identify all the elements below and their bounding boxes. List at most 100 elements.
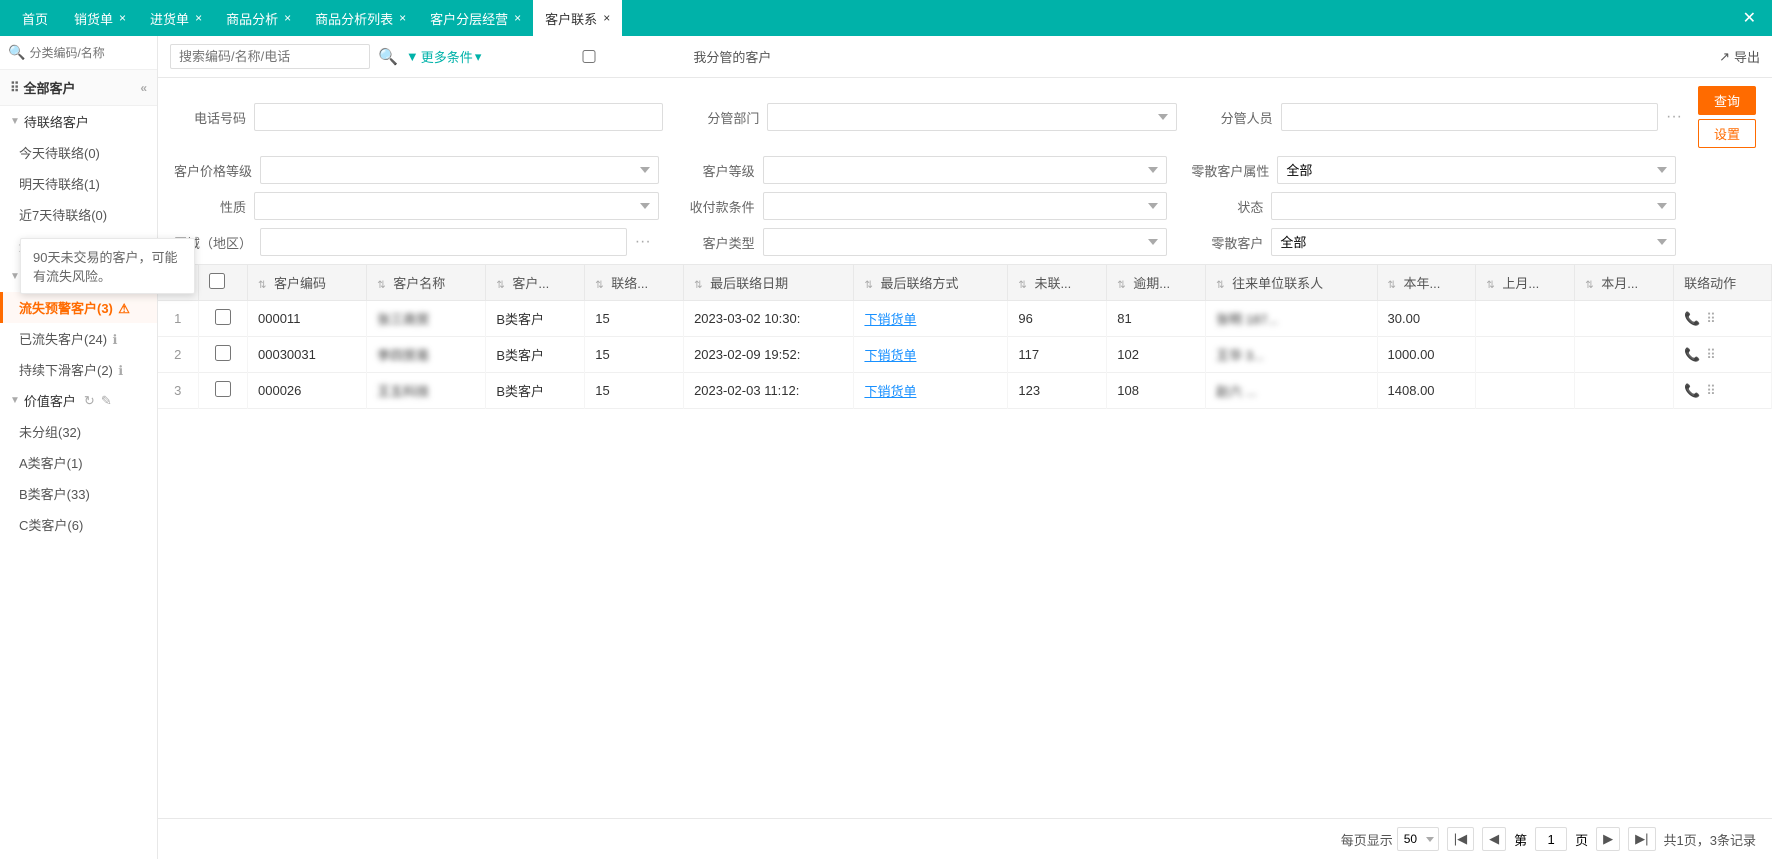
tab-customer-segment[interactable]: 客户分层经营 ×: [418, 0, 533, 36]
row3-action-phone-icon[interactable]: 📞: [1684, 383, 1700, 399]
section-value-customers[interactable]: ▼ 价值客户 ↻ ✎: [0, 385, 157, 416]
row1-method-link[interactable]: 下销货单: [864, 312, 916, 327]
section-pending-contact[interactable]: ▼ 待联络客户: [0, 106, 157, 137]
th-name[interactable]: ⇅ 客户名称: [367, 265, 486, 301]
row3-action-more-icon[interactable]: ⠿: [1706, 383, 1716, 399]
row2-action-phone-icon[interactable]: 📞: [1684, 347, 1700, 363]
th-this-month[interactable]: ⇅ 本月...: [1575, 265, 1674, 301]
th-cust-type[interactable]: ⇅ 客户...: [486, 265, 585, 301]
prev-page-button[interactable]: ◀: [1482, 827, 1506, 851]
th-current-year[interactable]: ⇅ 本年...: [1377, 265, 1476, 301]
sidebar-item-class-c[interactable]: C类客户(6): [0, 509, 157, 540]
row1-action-phone-icon[interactable]: 📞: [1684, 311, 1700, 327]
tab-product-analysis[interactable]: 商品分析 ×: [214, 0, 303, 36]
next-page-button[interactable]: ▶: [1596, 827, 1620, 851]
row3-method-link[interactable]: 下销货单: [864, 384, 916, 399]
zero-attr-select[interactable]: 全部: [1277, 156, 1676, 184]
page-input[interactable]: [1535, 827, 1567, 851]
sort-overdue-icon: ⇅: [1117, 280, 1125, 291]
th-current-year-label: 本年...: [1404, 276, 1441, 291]
cust-type-select[interactable]: [763, 228, 1168, 256]
tab-product-list[interactable]: 商品分析列表 ×: [303, 0, 418, 36]
my-customers-check[interactable]: [489, 50, 689, 63]
sidebar-item-tomorrow[interactable]: 明天待联络(1): [0, 168, 157, 199]
close-customer-contact-icon[interactable]: ×: [603, 11, 610, 25]
last-page-button[interactable]: ▶|: [1628, 827, 1655, 851]
th-last-month[interactable]: ⇅ 上月...: [1476, 265, 1575, 301]
close-product-list-icon[interactable]: ×: [399, 11, 406, 25]
status-select[interactable]: [1271, 192, 1676, 220]
settings-button[interactable]: 设置: [1698, 119, 1756, 148]
manager-input[interactable]: [1281, 103, 1658, 131]
th-last-method[interactable]: ⇅ 最后联络方式: [854, 265, 1008, 301]
close-all-button[interactable]: ✕: [1735, 8, 1764, 28]
sidebar-item-churned[interactable]: 已流失客户(24) ℹ: [0, 323, 157, 354]
row2-method-link[interactable]: 下销货单: [864, 348, 916, 363]
filter-zero-cust: 零散客户 全部: [1191, 228, 1676, 256]
query-button[interactable]: 查询: [1698, 86, 1756, 115]
payment-select[interactable]: [763, 192, 1168, 220]
sidebar-item-today[interactable]: 今天待联络(0): [0, 137, 157, 168]
th-code[interactable]: ⇅ 客户编码: [248, 265, 367, 301]
manager-dots[interactable]: ···: [1658, 108, 1690, 126]
sidebar-item-class-b[interactable]: B类客户(33): [0, 478, 157, 509]
zero-cust-select[interactable]: 全部: [1271, 228, 1676, 256]
select-all-checkbox[interactable]: [209, 273, 225, 289]
th-contact-num[interactable]: ⇅ 联络...: [585, 265, 684, 301]
export-label: 导出: [1734, 47, 1760, 66]
sidebar-item-churn-warning[interactable]: 流失预警客户(3) ⚠: [0, 292, 157, 323]
refresh-value-icon[interactable]: ↻: [84, 393, 95, 409]
close-salesorder-icon[interactable]: ×: [119, 11, 126, 25]
sidebar-item-declining-label: 持续下滑客户(2): [19, 363, 113, 378]
per-page-select[interactable]: 50: [1397, 827, 1439, 851]
row3-index: 3: [158, 373, 198, 409]
th-contacts[interactable]: ⇅ 往来单位联系人: [1206, 265, 1377, 301]
more-conditions-button[interactable]: ▼ 更多条件 ▾: [406, 47, 481, 66]
area-dots[interactable]: ···: [627, 233, 659, 251]
export-button[interactable]: ↗ 导出: [1719, 47, 1760, 66]
sidebar-item-class-a[interactable]: A类客户(1): [0, 447, 157, 478]
edit-value-icon[interactable]: ✎: [101, 393, 112, 409]
th-unlisted[interactable]: ⇅ 未联...: [1008, 265, 1107, 301]
th-last-date[interactable]: ⇅ 最后联络日期: [684, 265, 854, 301]
search-input[interactable]: [170, 44, 370, 69]
price-level-select[interactable]: [260, 156, 659, 184]
search-button[interactable]: 🔍: [378, 47, 398, 67]
sidebar-item-7days[interactable]: 近7天待联络(0): [0, 199, 157, 230]
row3-checkbox[interactable]: [215, 381, 231, 397]
row3-last-method[interactable]: 下销货单: [854, 373, 1008, 409]
close-customer-segment-icon[interactable]: ×: [514, 11, 521, 25]
sidebar-search-input[interactable]: [29, 46, 149, 60]
tab-purchaseorder[interactable]: 进货单 ×: [138, 0, 214, 36]
arrow-down-value-icon: ▼: [10, 395, 20, 406]
sidebar-item-ungrouped-label: 未分组(32): [19, 425, 81, 440]
level-select[interactable]: [763, 156, 1168, 184]
row2-last-method[interactable]: 下销货单: [854, 337, 1008, 373]
all-customers-header[interactable]: ⠿ 全部客户 «: [0, 70, 157, 106]
area-input[interactable]: [260, 228, 627, 256]
sidebar-item-ungrouped[interactable]: 未分组(32): [0, 416, 157, 447]
row1-checkbox[interactable]: [215, 309, 231, 325]
sort-current-year-icon: ⇅: [1388, 280, 1396, 291]
close-purchaseorder-icon[interactable]: ×: [195, 11, 202, 25]
home-tab[interactable]: 首页: [8, 0, 62, 36]
tab-customer-contact[interactable]: 客户联系 ×: [533, 0, 622, 36]
th-overdue[interactable]: ⇅ 逾期...: [1107, 265, 1206, 301]
sidebar-item-declining[interactable]: 持续下滑客户(2) ℹ: [0, 354, 157, 385]
first-page-button[interactable]: |◀: [1447, 827, 1474, 851]
tab-salesorder[interactable]: 销货单 ×: [62, 0, 138, 36]
row1-action-more-icon[interactable]: ⠿: [1706, 311, 1716, 327]
close-product-analysis-icon[interactable]: ×: [284, 11, 291, 25]
row1-last-method[interactable]: 下销货单: [854, 301, 1008, 337]
tab-product-analysis-label: 商品分析: [226, 9, 278, 28]
row2-this-month: [1575, 337, 1674, 373]
row2-action-more-icon[interactable]: ⠿: [1706, 347, 1716, 363]
my-customers-checkbox[interactable]: 我分管的客户: [489, 47, 771, 66]
row2-checkbox[interactable]: [215, 345, 231, 361]
nature-label: 性质: [174, 197, 254, 216]
dept-select[interactable]: [767, 103, 1176, 131]
table-row: 3 000026 王五科技 B类客户 15 2023-02-03 11:12: …: [158, 373, 1772, 409]
nature-select[interactable]: [254, 192, 659, 220]
phone-input[interactable]: [254, 103, 663, 131]
row1-last-date: 2023-03-02 10:30:: [684, 301, 854, 337]
